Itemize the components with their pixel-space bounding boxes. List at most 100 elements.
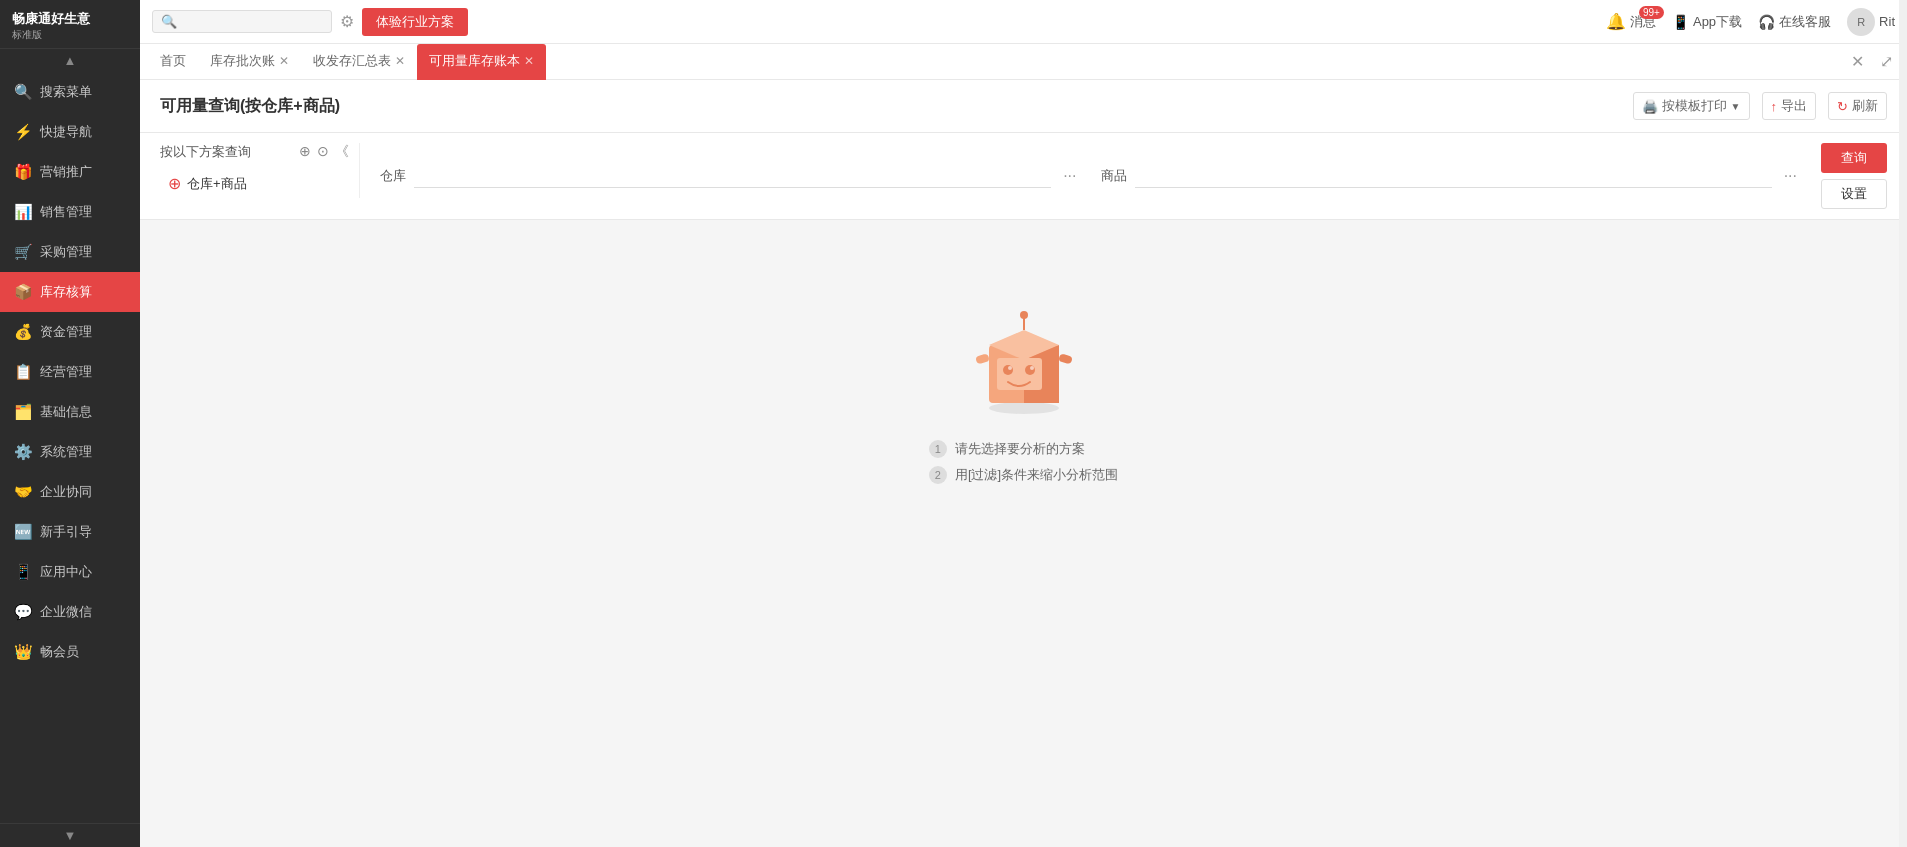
tabs-bar: 首页 库存批次账 ✕ 收发存汇总表 ✕ 可用量库存账本 ✕ ✕ ⤢ [140,44,1907,80]
settings-button[interactable]: 设置 [1821,179,1887,209]
tab-home-label: 首页 [160,52,186,70]
online-service-label: 在线客服 [1779,13,1831,31]
industry-solution-button[interactable]: 体验行业方案 [362,8,468,36]
sidebar-item-label: 销售管理 [40,203,92,221]
sidebar-item-purchase[interactable]: 🛒 采购管理 [0,232,140,272]
hint-text-1: 请先选择要分析的方案 [955,440,1085,458]
goods-input[interactable] [1135,164,1772,188]
topbar-search-box[interactable]: 🔍 [152,10,332,33]
sidebar-item-appcenter[interactable]: 📱 应用中心 [0,552,140,592]
tab-close-all-button[interactable]: ✕ [1845,50,1870,73]
sidebar-item-marketing[interactable]: 🎁 营销推广 [0,152,140,192]
tab-home[interactable]: 首页 [148,44,198,80]
svg-point-6 [1025,365,1035,375]
shortcut-icon: ⚡ [14,123,32,141]
sidebar-item-label: 经营管理 [40,363,92,381]
sidebar-item-cooperation[interactable]: 🤝 企业协同 [0,472,140,512]
user-profile[interactable]: R Rit [1847,8,1895,36]
sidebar-item-label: 系统管理 [40,443,92,461]
app-download-label: App下载 [1693,13,1742,31]
sidebar-item-finance[interactable]: 💰 资金管理 [0,312,140,352]
hint-num-1: 1 [929,440,947,458]
sidebar-nav: 🔍 搜索菜单 ⚡ 快捷导航 🎁 营销推广 📊 销售管理 🛒 采购管理 📦 库存核… [0,72,140,823]
empty-hint-1: 1 请先选择要分析的方案 [929,440,1118,458]
user-name: Rit [1879,14,1895,29]
search-input[interactable] [181,15,301,29]
warehouse-more-button[interactable]: ··· [1059,167,1080,185]
sidebar-item-search[interactable]: 🔍 搜索菜单 [0,72,140,112]
filter-scheme-panel: 按以下方案查询 ⊕ ⊙ 《 ⊕ 仓库+商品 [160,143,360,198]
refresh-button[interactable]: ↻ 刷新 [1828,92,1887,120]
export-icon: ↑ [1771,99,1778,114]
sidebar-item-inventory[interactable]: 📦 库存核算 [0,272,140,312]
sidebar-item-newuser[interactable]: 🆕 新手引导 [0,512,140,552]
right-scrollbar [1899,0,1907,847]
scheme-item-warehouse-goods[interactable]: ⊕ 仓库+商品 [160,169,349,198]
svg-point-5 [1003,365,1013,375]
tab-summary-close[interactable]: ✕ [395,54,405,68]
headset-icon: 🎧 [1758,14,1775,30]
sidebar-item-label: 畅会员 [40,643,79,661]
page-content: 可用量查询(按仓库+商品) 🖨️ 按模板打印 ▼ ↑ 导出 ↻ 刷新 [140,80,1907,847]
scheme-label: 仓库+商品 [187,175,247,193]
filter-field-warehouse: 仓库 ··· [380,164,1081,188]
sidebar-item-label: 采购管理 [40,243,92,261]
online-service-button[interactable]: 🎧 在线客服 [1758,13,1831,31]
sidebar-scroll-up[interactable]: ▲ [0,49,140,72]
system-icon: ⚙️ [14,443,32,461]
sidebar-scroll-down[interactable]: ▼ [0,823,140,847]
scheme-icon: ⊕ [168,174,181,193]
sidebar-item-basic[interactable]: 🗂️ 基础信息 [0,392,140,432]
marketing-icon: 🎁 [14,163,32,181]
app-download-button[interactable]: 📱 App下载 [1672,13,1742,31]
sidebar-item-label: 营销推广 [40,163,92,181]
message-button[interactable]: 🔔 消息 99+ [1606,12,1656,31]
tab-batch[interactable]: 库存批次账 ✕ [198,44,301,80]
sidebar-item-system[interactable]: ⚙️ 系统管理 [0,432,140,472]
sidebar-item-member[interactable]: 👑 畅会员 [0,632,140,672]
topbar-right: 🔔 消息 99+ 📱 App下载 🎧 在线客服 R Rit [1606,8,1895,36]
svg-point-10 [1020,311,1028,319]
gear-icon[interactable]: ⚙ [340,12,354,31]
warehouse-input[interactable] [414,164,1051,188]
sidebar-item-shortcut[interactable]: ⚡ 快捷导航 [0,112,140,152]
settings-scheme-button[interactable]: ⊙ [317,143,329,161]
goods-more-button[interactable]: ··· [1780,167,1801,185]
app-version: 标准版 [12,28,128,42]
wechat-icon: 💬 [14,603,32,621]
sidebar-item-label: 企业微信 [40,603,92,621]
filter-section-title: 按以下方案查询 [160,143,251,161]
page-title: 可用量查询(按仓库+商品) [160,96,340,117]
svg-point-7 [1008,366,1012,370]
tab-available-close[interactable]: ✕ [524,54,534,68]
tab-maximize-button[interactable]: ⤢ [1874,50,1899,73]
empty-illustration [964,300,1084,420]
export-button[interactable]: ↑ 导出 [1762,92,1817,120]
page-header-actions: 🖨️ 按模板打印 ▼ ↑ 导出 ↻ 刷新 [1633,92,1887,120]
sidebar-item-operations[interactable]: 📋 经营管理 [0,352,140,392]
purchase-icon: 🛒 [14,243,32,261]
tab-batch-close[interactable]: ✕ [279,54,289,68]
filter-field-goods: 商品 ··· [1101,164,1802,188]
print-icon: 🖨️ [1642,99,1658,114]
svg-point-0 [989,402,1059,414]
collapse-button[interactable]: 《 [335,143,349,161]
sidebar-item-sales[interactable]: 📊 销售管理 [0,192,140,232]
main-area: 🔍 ⚙ 体验行业方案 🔔 消息 99+ 📱 App下载 🎧 在线客服 R [140,0,1907,847]
query-button[interactable]: 查询 [1821,143,1887,173]
sidebar-logo: 畅康通好生意 标准版 [0,0,140,49]
print-button[interactable]: 🖨️ 按模板打印 ▼ [1633,92,1750,120]
topbar: 🔍 ⚙ 体验行业方案 🔔 消息 99+ 📱 App下载 🎧 在线客服 R [140,0,1907,44]
filter-area: 按以下方案查询 ⊕ ⊙ 《 ⊕ 仓库+商品 仓库 ··· [140,133,1907,220]
basic-icon: 🗂️ [14,403,32,421]
filter-scheme-actions: ⊕ ⊙ 《 [299,143,349,161]
svg-rect-12 [1058,353,1073,364]
goods-field-label: 商品 [1101,167,1127,185]
tab-available[interactable]: 可用量库存账本 ✕ [417,44,546,80]
empty-robot-svg [964,300,1084,420]
tab-summary[interactable]: 收发存汇总表 ✕ [301,44,417,80]
sidebar-item-wechat[interactable]: 💬 企业微信 [0,592,140,632]
add-scheme-button[interactable]: ⊕ [299,143,311,161]
message-icon: 🔔 [1606,12,1626,31]
cooperation-icon: 🤝 [14,483,32,501]
